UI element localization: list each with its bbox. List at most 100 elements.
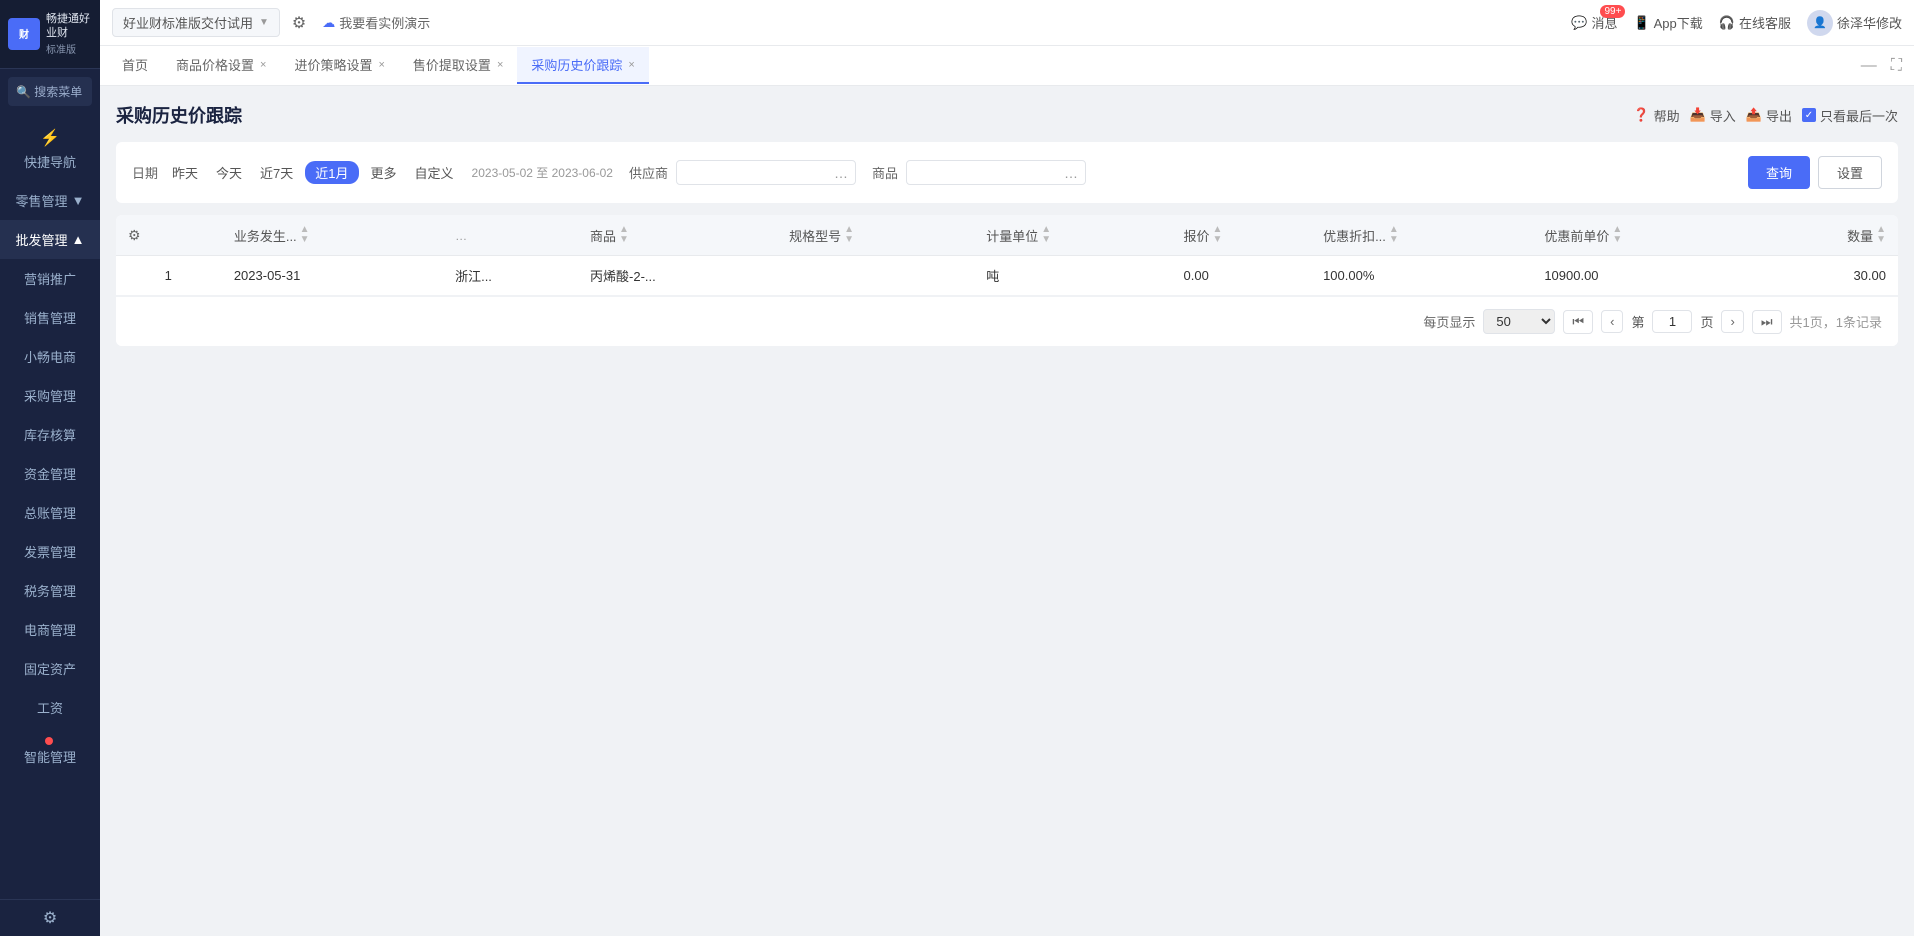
col-unit-price-header[interactable]: 优惠前单价 ▲▼ — [1532, 215, 1758, 256]
page-label: 第 — [1631, 312, 1644, 331]
notifications-button[interactable]: 💬 消息 99+ — [1571, 13, 1617, 32]
row-product-cell: 丙烯酸-2-... — [578, 256, 777, 296]
app-download-icon: 📱 — [1633, 15, 1649, 31]
wholesale-chevron-icon: ▲ — [72, 232, 85, 247]
sidebar-item-finance[interactable]: 资金管理 — [0, 454, 100, 493]
supplier-input[interactable] — [676, 160, 856, 185]
date-options: 昨天 今天 近7天 近1月 更多 自定义 — [166, 161, 460, 184]
tab-minimize-button[interactable]: — — [1857, 53, 1881, 79]
help-button[interactable]: ❓ 帮助 — [1633, 106, 1679, 125]
sidebar-item-invoice[interactable]: 发票管理 — [0, 532, 100, 571]
query-button[interactable]: 查询 — [1748, 156, 1810, 189]
sidebar-item-ledger[interactable]: 总账管理 — [0, 493, 100, 532]
date-option-yesterday[interactable]: 昨天 — [166, 161, 204, 184]
sidebar-item-purchase[interactable]: 采购管理 — [0, 376, 100, 415]
col-product-header[interactable]: 商品 ▲▼ — [578, 215, 777, 256]
sidebar-item-tax[interactable]: 税务管理 — [0, 571, 100, 610]
col-date-header[interactable]: 业务发生... ▲▼ — [222, 215, 443, 256]
price-sort[interactable]: 报价 ▲▼ — [1184, 225, 1300, 245]
sidebar-item-wholesale[interactable]: 批发管理 ▲ — [0, 220, 100, 259]
topbar: 好业财标准版交付试用 ▼ ⚙ ☁ 我要看实例演示 💬 消息 99+ 📱 App下… — [100, 0, 1914, 46]
col-discount-header[interactable]: 优惠折扣... ▲▼ — [1311, 215, 1532, 256]
col-unit-header[interactable]: 计量单位 ▲▼ — [974, 215, 1171, 256]
quantity-sort[interactable]: 数量 ▲▼ — [1770, 225, 1886, 245]
sidebar-item-ecom[interactable]: 电商管理 — [0, 610, 100, 649]
product-sort[interactable]: 商品 ▲▼ — [590, 225, 765, 245]
col-spec-header[interactable]: 规格型号 ▲▼ — [777, 215, 974, 256]
unit-price-sort[interactable]: 优惠前单价 ▲▼ — [1544, 225, 1746, 245]
row-date-cell: 2023-05-31 — [222, 256, 443, 296]
topbar-right: 💬 消息 99+ 📱 App下载 🎧 在线客服 👤 徐泽华修改 — [1571, 10, 1902, 36]
page-title: 采购历史价跟踪 — [116, 102, 242, 128]
tab-purchase-history[interactable]: 采购历史价跟踪 × — [517, 47, 648, 84]
per-page-select[interactable]: 50 20 100 — [1483, 309, 1555, 334]
prev-page-button[interactable]: ‹ — [1601, 310, 1623, 333]
spec-sort-icon: ▲▼ — [844, 225, 854, 245]
tab-sale-extract-close-icon[interactable]: × — [497, 59, 503, 71]
logo-icon: 财 — [8, 18, 40, 50]
sidebar-nav: ⚡ 快捷导航 零售管理 ▼ 批发管理 ▲ 营销推广 销售管理 小畅电商 采购管理 — [0, 114, 100, 780]
col-more-dots-icon[interactable]: … — [455, 229, 467, 243]
ai-dot — [45, 737, 53, 745]
last-page-button[interactable]: ⏭ — [1752, 310, 1782, 334]
col-price-header[interactable]: 报价 ▲▼ — [1172, 215, 1312, 256]
sidebar-item-quick-nav[interactable]: ⚡ 快捷导航 — [0, 118, 100, 181]
topbar-settings-button[interactable]: ⚙ — [288, 9, 310, 37]
row-settings-cell — [116, 256, 153, 296]
app-download-button[interactable]: 📱 App下载 — [1633, 13, 1702, 32]
only-last-checkbox[interactable] — [1802, 108, 1816, 122]
tab-purchase-history-close-icon[interactable]: × — [628, 59, 634, 71]
date-option-custom[interactable]: 自定义 — [409, 161, 460, 184]
sidebar-item-retail[interactable]: 零售管理 ▼ — [0, 181, 100, 220]
product-input[interactable] — [906, 160, 1086, 185]
date-sort[interactable]: 业务发生... ▲▼ — [234, 225, 431, 245]
settings-button[interactable]: 设置 — [1818, 156, 1882, 189]
date-option-7days[interactable]: 近7天 — [254, 161, 299, 184]
date-option-today[interactable]: 今天 — [210, 161, 248, 184]
tab-cost-strategy-close-icon[interactable]: × — [378, 59, 384, 71]
app-download-label: App下载 — [1654, 13, 1703, 32]
page-input[interactable] — [1652, 310, 1692, 333]
sidebar-item-inventory[interactable]: 库存核算 — [0, 415, 100, 454]
sidebar-settings-icon[interactable]: ⚙ — [43, 908, 57, 928]
tab-maximize-button[interactable]: ⛶ — [1887, 53, 1906, 79]
col-spec-label: 规格型号 — [789, 226, 841, 245]
help-icon: ❓ — [1633, 107, 1649, 123]
tab-cost-strategy[interactable]: 进价策略设置 × — [280, 47, 398, 84]
date-option-more[interactable]: 更多 — [365, 161, 403, 184]
online-service-button[interactable]: 🎧 在线客服 — [1719, 13, 1791, 32]
tab-product-price[interactable]: 商品价格设置 × — [162, 47, 280, 84]
search-menu-button[interactable]: 🔍 搜索菜单 — [8, 77, 92, 106]
sidebar-item-ecom-small[interactable]: 小畅电商 — [0, 337, 100, 376]
product-dots-icon[interactable]: … — [1064, 165, 1078, 181]
tab-home[interactable]: 首页 — [108, 47, 162, 84]
first-page-button[interactable]: ⏮ — [1563, 310, 1593, 334]
discount-sort[interactable]: 优惠折扣... ▲▼ — [1323, 225, 1520, 245]
per-page-label: 每页显示 — [1423, 312, 1475, 331]
sidebar-item-ai[interactable]: 智能管理 — [0, 727, 100, 776]
version-selector[interactable]: 好业财标准版交付试用 ▼ — [112, 8, 280, 37]
spec-sort[interactable]: 规格型号 ▲▼ — [789, 225, 962, 245]
sidebar-item-marketing[interactable]: 营销推广 — [0, 259, 100, 298]
sidebar-item-sales[interactable]: 销售管理 — [0, 298, 100, 337]
sidebar-item-assets[interactable]: 固定资产 — [0, 649, 100, 688]
table-header-row: ⚙ 业务发生... ▲▼ … — [116, 215, 1898, 256]
sidebar-item-salary[interactable]: 工资 — [0, 688, 100, 727]
column-settings-icon[interactable]: ⚙ — [128, 227, 141, 243]
row-supplier-cell: 浙江... — [443, 256, 578, 296]
quick-nav-label: 快捷导航 — [24, 152, 76, 171]
ledger-label: 总账管理 — [24, 503, 76, 522]
tab-product-price-close-icon[interactable]: × — [260, 59, 266, 71]
import-button[interactable]: 📥 导入 — [1690, 106, 1736, 125]
export-button[interactable]: 📤 导出 — [1746, 106, 1792, 125]
data-table: ⚙ 业务发生... ▲▼ … — [116, 215, 1898, 346]
date-option-1month[interactable]: 近1月 — [305, 161, 358, 184]
tab-sale-extract[interactable]: 售价提取设置 × — [399, 47, 517, 84]
col-quantity-header[interactable]: 数量 ▲▼ — [1758, 215, 1898, 256]
user-menu-button[interactable]: 👤 徐泽华修改 — [1807, 10, 1902, 36]
demo-link[interactable]: ☁ 我要看实例演示 — [322, 13, 430, 32]
next-page-button[interactable]: › — [1721, 310, 1743, 333]
supplier-dots-icon[interactable]: … — [834, 165, 848, 181]
unit-sort[interactable]: 计量单位 ▲▼ — [986, 225, 1159, 245]
date-sort-icon: ▲▼ — [300, 225, 310, 245]
